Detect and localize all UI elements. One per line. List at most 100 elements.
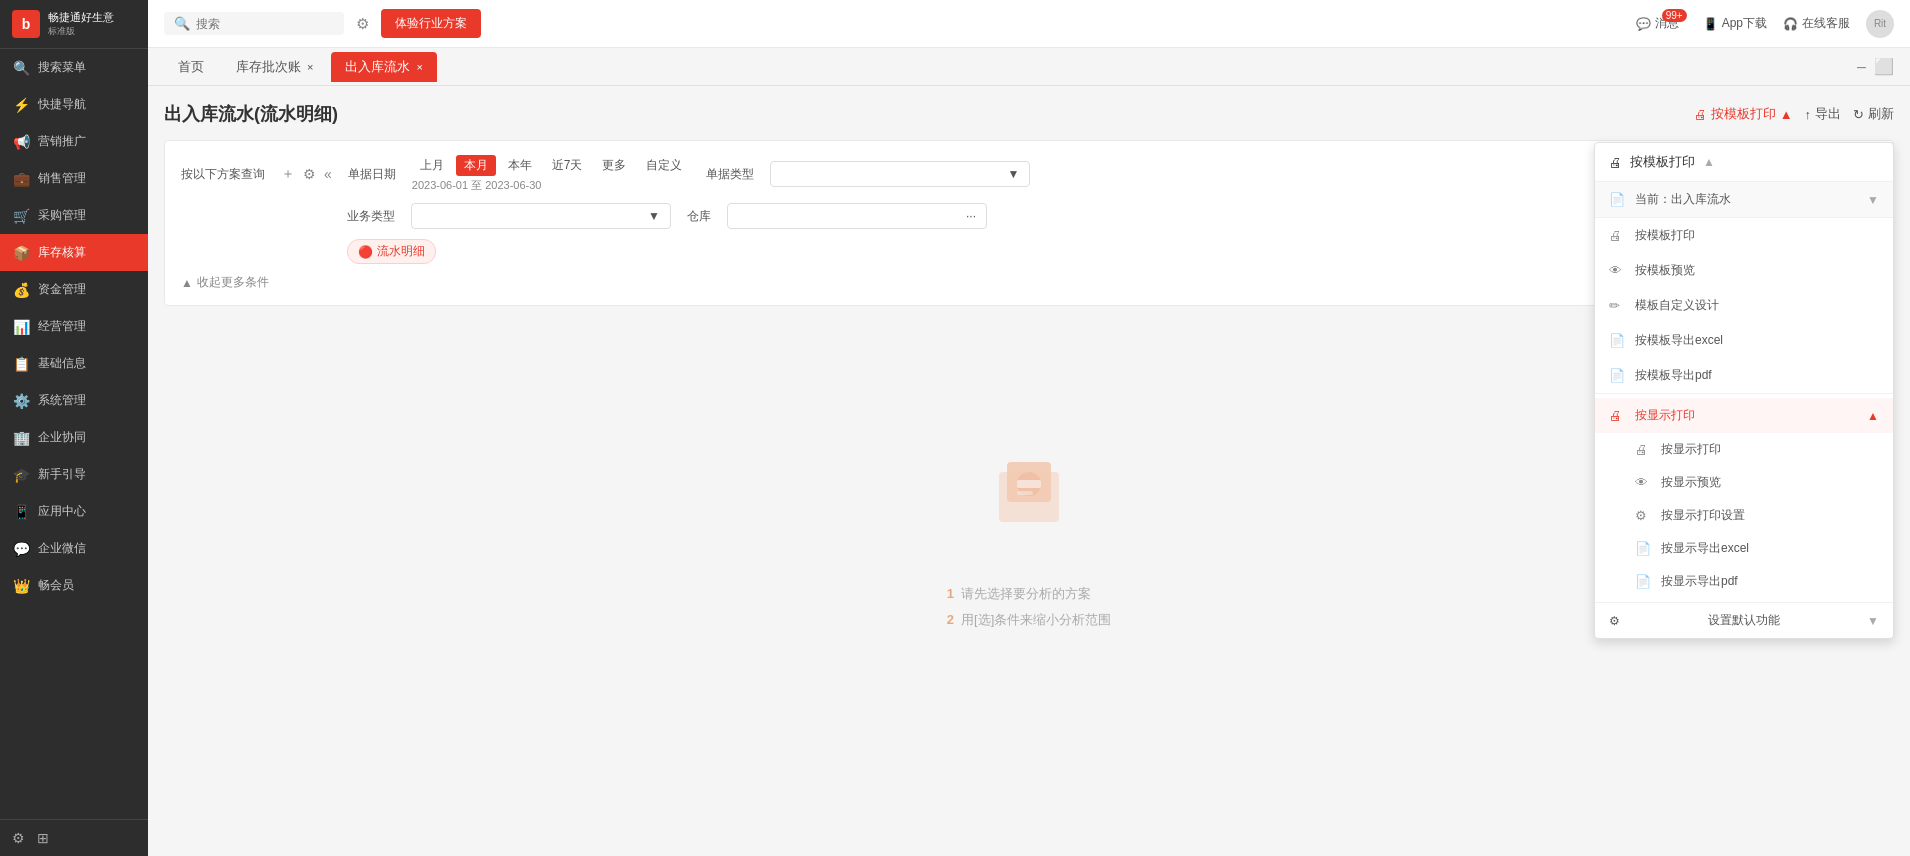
sidebar-nav: 🔍 搜索菜单 ⚡ 快捷导航 📢 营销推广 💼 销售管理 🛒 采购管理 📦 库存核… xyxy=(0,49,148,819)
sidebar-item-finance[interactable]: 💰 资金管理 xyxy=(0,271,148,308)
date-btn-this-month[interactable]: 本月 xyxy=(456,155,496,176)
sidebar-item-basic[interactable]: 📋 基础信息 xyxy=(0,345,148,382)
collapse-filter-btn[interactable]: ▲ 收起更多条件 xyxy=(181,274,269,291)
date-btn-custom[interactable]: 自定义 xyxy=(638,155,690,176)
chevron-up-panel-icon: ▲ xyxy=(1703,155,1715,169)
display-pdf-icon: 📄 xyxy=(1635,574,1651,589)
sidebar-item-wechat[interactable]: 💬 企业微信 xyxy=(0,530,148,567)
warehouse-select[interactable]: ··· xyxy=(727,203,987,229)
display-excel-icon: 📄 xyxy=(1635,541,1651,556)
sidebar-item-label: 营销推广 xyxy=(38,133,86,150)
display-excel-label: 按显示导出excel xyxy=(1661,540,1749,557)
print-panel-display-section: 🖨 按显示打印 ▲ 🖨 按显示打印 👁 按显示预览 ⚙ 按显示打印设置 xyxy=(1595,393,1893,602)
empty-illustration xyxy=(979,442,1079,561)
online-service-btn[interactable]: 🎧 在线客服 xyxy=(1783,15,1850,32)
sidebar: b 畅捷通好生意 标准版 🔍 搜索菜单 ⚡ 快捷导航 📢 营销推广 💼 销售管理 xyxy=(0,0,148,856)
sidebar-item-enterprise[interactable]: 🏢 企业协同 xyxy=(0,419,148,456)
display-print-item[interactable]: 🖨 按显示打印 xyxy=(1595,433,1893,466)
tabbar-right-actions: – ⬜ xyxy=(1857,57,1894,76)
sidebar-item-system[interactable]: ⚙️ 系统管理 xyxy=(0,382,148,419)
tab-flow-close[interactable]: × xyxy=(416,61,422,73)
sidebar-item-operations[interactable]: 📊 经营管理 xyxy=(0,308,148,345)
filter-add-btn[interactable]: ＋ xyxy=(281,165,295,183)
sidebar-item-purchase[interactable]: 🛒 采购管理 xyxy=(0,197,148,234)
sidebar-item-label: 新手引导 xyxy=(38,466,86,483)
display-pdf-item[interactable]: 📄 按显示导出pdf xyxy=(1595,565,1893,598)
collapse-sidebar-btn[interactable]: ⊞ xyxy=(37,830,49,846)
app-download-btn[interactable]: 📱 App下载 xyxy=(1703,15,1767,32)
print-template-btn[interactable]: 🖨 按模板打印 ▲ xyxy=(1694,105,1793,123)
dropdown-arrow-icon: ▼ xyxy=(648,209,660,223)
tab-batch-account-close[interactable]: × xyxy=(307,61,313,73)
message-btn[interactable]: 💬 消息 99+ xyxy=(1636,15,1679,32)
topbar-gear-icon[interactable]: ⚙ xyxy=(356,15,369,33)
template-custom-label: 模板自定义设计 xyxy=(1635,297,1719,314)
topbar-search-container[interactable]: 🔍 xyxy=(164,12,344,35)
filter-tag-detail[interactable]: 🔴 流水明细 xyxy=(347,239,436,264)
sidebar-item-vip[interactable]: 👑 畅会员 xyxy=(0,567,148,604)
business-type-label: 业务类型 xyxy=(347,208,395,225)
print-icon: 🖨 xyxy=(1694,107,1707,122)
operations-icon: 📊 xyxy=(12,319,30,335)
user-avatar-btn[interactable]: Rit xyxy=(1866,10,1894,38)
date-btn-this-year[interactable]: 本年 xyxy=(500,155,540,176)
tab-home[interactable]: 首页 xyxy=(164,52,218,82)
display-preview-item[interactable]: 👁 按显示预览 xyxy=(1595,466,1893,499)
filter-row-actions: ＋ ⚙ « xyxy=(281,165,332,183)
print-panel-header: 🖨 按模板打印 ▲ xyxy=(1595,143,1893,182)
export-icon: ↑ xyxy=(1805,107,1812,122)
sidebar-item-label: 经营管理 xyxy=(38,318,86,335)
sidebar-logo: b 畅捷通好生意 标准版 xyxy=(0,0,148,49)
print-panel-current[interactable]: 📄 当前：出入库流水 ▼ xyxy=(1595,182,1893,218)
sidebar-item-guide[interactable]: 🎓 新手引导 xyxy=(0,456,148,493)
print-panel-template-custom[interactable]: ✏ 模板自定义设计 xyxy=(1595,288,1893,323)
tab-batch-account[interactable]: 库存批次账 × xyxy=(222,52,327,82)
print-panel-footer-label: 设置默认功能 xyxy=(1708,612,1780,629)
chevron-down-icon: ▼ xyxy=(1008,167,1020,181)
business-type-select[interactable]: ▼ xyxy=(411,203,671,229)
app-download-icon: 📱 xyxy=(1703,17,1718,31)
tab-flow[interactable]: 出入库流水 × xyxy=(331,52,436,82)
trial-button[interactable]: 体验行业方案 xyxy=(381,9,481,38)
refresh-btn[interactable]: ↻ 刷新 xyxy=(1853,105,1894,123)
sidebar-item-marketing[interactable]: 📢 营销推广 xyxy=(0,123,148,160)
filter-main-label: 按以下方案查询 xyxy=(181,166,265,183)
empty-tip1-num: 1 xyxy=(947,586,954,601)
topbar: 🔍 ⚙ 体验行业方案 💬 消息 99+ 📱 App下载 🎧 在线客服 Rit xyxy=(148,0,1910,48)
print-panel-template-print[interactable]: 🖨 按模板打印 xyxy=(1595,218,1893,253)
filter-collapse-left-btn[interactable]: « xyxy=(324,166,332,182)
date-btn-more[interactable]: 更多 xyxy=(594,155,634,176)
sidebar-item-quick-nav[interactable]: ⚡ 快捷导航 xyxy=(0,86,148,123)
filter-settings-btn[interactable]: ⚙ xyxy=(303,166,316,182)
tab-minimize-btn[interactable]: – xyxy=(1857,57,1866,76)
print-panel-footer[interactable]: ⚙ 设置默认功能 ▼ xyxy=(1595,602,1893,638)
print-panel-display-header[interactable]: 🖨 按显示打印 ▲ xyxy=(1595,398,1893,433)
topbar-search-input[interactable] xyxy=(196,17,334,31)
display-settings-item[interactable]: ⚙ 按显示打印设置 xyxy=(1595,499,1893,532)
template-preview-label: 按模板预览 xyxy=(1635,262,1695,279)
sidebar-item-label: 企业微信 xyxy=(38,540,86,557)
footer-arrow-icon: ▼ xyxy=(1867,614,1879,628)
sidebar-item-search[interactable]: 🔍 搜索菜单 xyxy=(0,49,148,86)
sidebar-item-label: 企业协同 xyxy=(38,429,86,446)
print-panel-template-preview[interactable]: 👁 按模板预览 xyxy=(1595,253,1893,288)
settings-bottom-btn[interactable]: ⚙ xyxy=(12,830,25,846)
sidebar-item-sales[interactable]: 💼 销售管理 xyxy=(0,160,148,197)
sidebar-item-inventory[interactable]: 📦 库存核算 xyxy=(0,234,148,271)
purchase-icon: 🛒 xyxy=(12,208,30,224)
date-btn-last-month[interactable]: 上月 xyxy=(412,155,452,176)
filter-tag-icon: 🔴 xyxy=(358,245,373,259)
app-title: 畅捷通好生意 xyxy=(48,10,114,24)
date-btn-last-7[interactable]: 近7天 xyxy=(544,155,591,176)
sidebar-item-apps[interactable]: 📱 应用中心 xyxy=(0,493,148,530)
doc-type-select[interactable]: ▼ xyxy=(770,161,1030,187)
print-panel-current-label: 当前：出入库流水 xyxy=(1635,191,1731,208)
svg-rect-3 xyxy=(1017,480,1041,488)
print-panel-template-excel[interactable]: 📄 按模板导出excel xyxy=(1595,323,1893,358)
export-btn[interactable]: ↑ 导出 xyxy=(1805,105,1842,123)
empty-tip2-num: 2 xyxy=(947,612,954,627)
print-panel: 🖨 按模板打印 ▲ 📄 当前：出入库流水 ▼ 🖨 按模板打印 👁 按模板预览 xyxy=(1594,142,1894,639)
display-excel-item[interactable]: 📄 按显示导出excel xyxy=(1595,532,1893,565)
print-panel-template-pdf[interactable]: 📄 按模板导出pdf xyxy=(1595,358,1893,393)
tab-maximize-btn[interactable]: ⬜ xyxy=(1874,57,1894,76)
